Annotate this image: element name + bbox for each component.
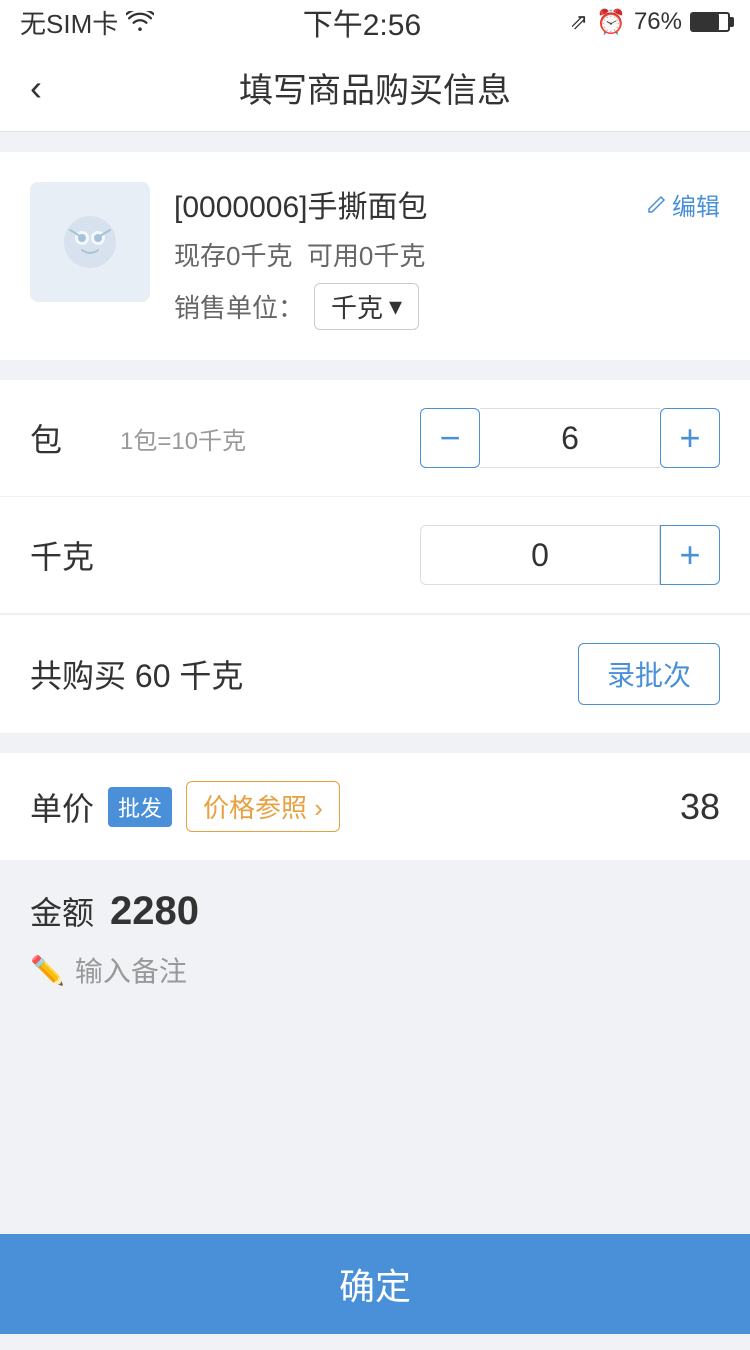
input-section: 包 1包=10千克 − + 千克 + 共购买 60 千克 录批次 <box>0 380 750 733</box>
package-decrement-button[interactable]: − <box>420 408 480 468</box>
confirm-button[interactable]: 确定 <box>339 1258 411 1310</box>
kilogram-quantity-control: + <box>420 525 720 585</box>
carrier-text: 无SIM卡 <box>20 4 118 41</box>
status-time: 下午2:56 <box>303 0 421 44</box>
package-quantity-control: − + <box>420 408 720 468</box>
status-right: ⇗ ⏰ 76% <box>570 8 730 37</box>
amount-label: 金额 <box>30 888 94 934</box>
kilogram-increment-button[interactable]: + <box>660 525 720 585</box>
product-info: [0000006]手撕面包 编辑 现存0千克 可用0千克 销售单位： 千克 ▾ <box>174 182 720 330</box>
batch-button[interactable]: 录批次 <box>578 643 720 705</box>
kilogram-label: 千克 <box>30 532 110 578</box>
package-row: 包 1包=10千克 − + <box>0 380 750 497</box>
price-ref-button[interactable]: 价格参照 › <box>186 781 340 832</box>
battery-text: 76% <box>634 8 682 36</box>
alarm-icon: ⏰ <box>596 8 626 37</box>
price-value: 38 <box>680 786 720 828</box>
price-row: 单价 批发 价格参照 › 38 <box>30 781 720 832</box>
note-placeholder: 输入备注 <box>75 950 187 990</box>
product-unit-row: 销售单位： 千克 ▾ <box>174 283 720 330</box>
unit-select[interactable]: 千克 ▾ <box>314 283 419 330</box>
amount-value: 2280 <box>110 889 199 934</box>
package-label: 包 <box>30 415 110 461</box>
chevron-down-icon: ▾ <box>389 291 402 322</box>
package-sublabel: 1包=10千克 <box>120 421 420 456</box>
location-icon: ⇗ <box>570 9 588 35</box>
product-stock: 现存0千克 可用0千克 <box>174 236 720 273</box>
edit-button[interactable]: 编辑 <box>646 187 720 222</box>
summary-text: 共购买 60 千克 <box>30 651 243 697</box>
product-thumbnail <box>30 182 150 302</box>
status-left: 无SIM卡 <box>20 4 154 41</box>
price-label-group: 单价 批发 价格参照 › <box>30 781 340 832</box>
kilogram-row: 千克 + <box>0 497 750 614</box>
amount-row: 金额 2280 <box>30 888 720 934</box>
price-section: 单价 批发 价格参照 › 38 <box>0 753 750 860</box>
confirm-bar[interactable]: 确定 <box>0 1234 750 1334</box>
status-bar: 无SIM卡 下午2:56 ⇗ ⏰ 76% <box>0 0 750 44</box>
kilogram-quantity-input[interactable] <box>420 525 660 585</box>
amount-section: 金额 2280 ✏️ 输入备注 <box>0 860 750 1010</box>
product-card: [0000006]手撕面包 编辑 现存0千克 可用0千克 销售单位： 千克 ▾ <box>0 152 750 360</box>
package-increment-button[interactable]: + <box>660 408 720 468</box>
summary-row: 共购买 60 千克 录批次 <box>0 614 750 733</box>
page-title: 填写商品购买信息 <box>239 63 511 112</box>
back-button[interactable]: ‹ <box>30 67 42 109</box>
product-name: [0000006]手撕面包 <box>174 182 427 226</box>
wifi-icon <box>126 7 154 38</box>
nav-bar: ‹ 填写商品购买信息 <box>0 44 750 132</box>
package-quantity-input[interactable] <box>480 408 660 468</box>
note-row[interactable]: ✏️ 输入备注 <box>30 950 720 990</box>
price-tag: 批发 <box>108 787 172 827</box>
battery-icon <box>690 12 730 32</box>
pencil-icon: ✏️ <box>30 954 65 987</box>
price-label: 单价 <box>30 784 94 830</box>
